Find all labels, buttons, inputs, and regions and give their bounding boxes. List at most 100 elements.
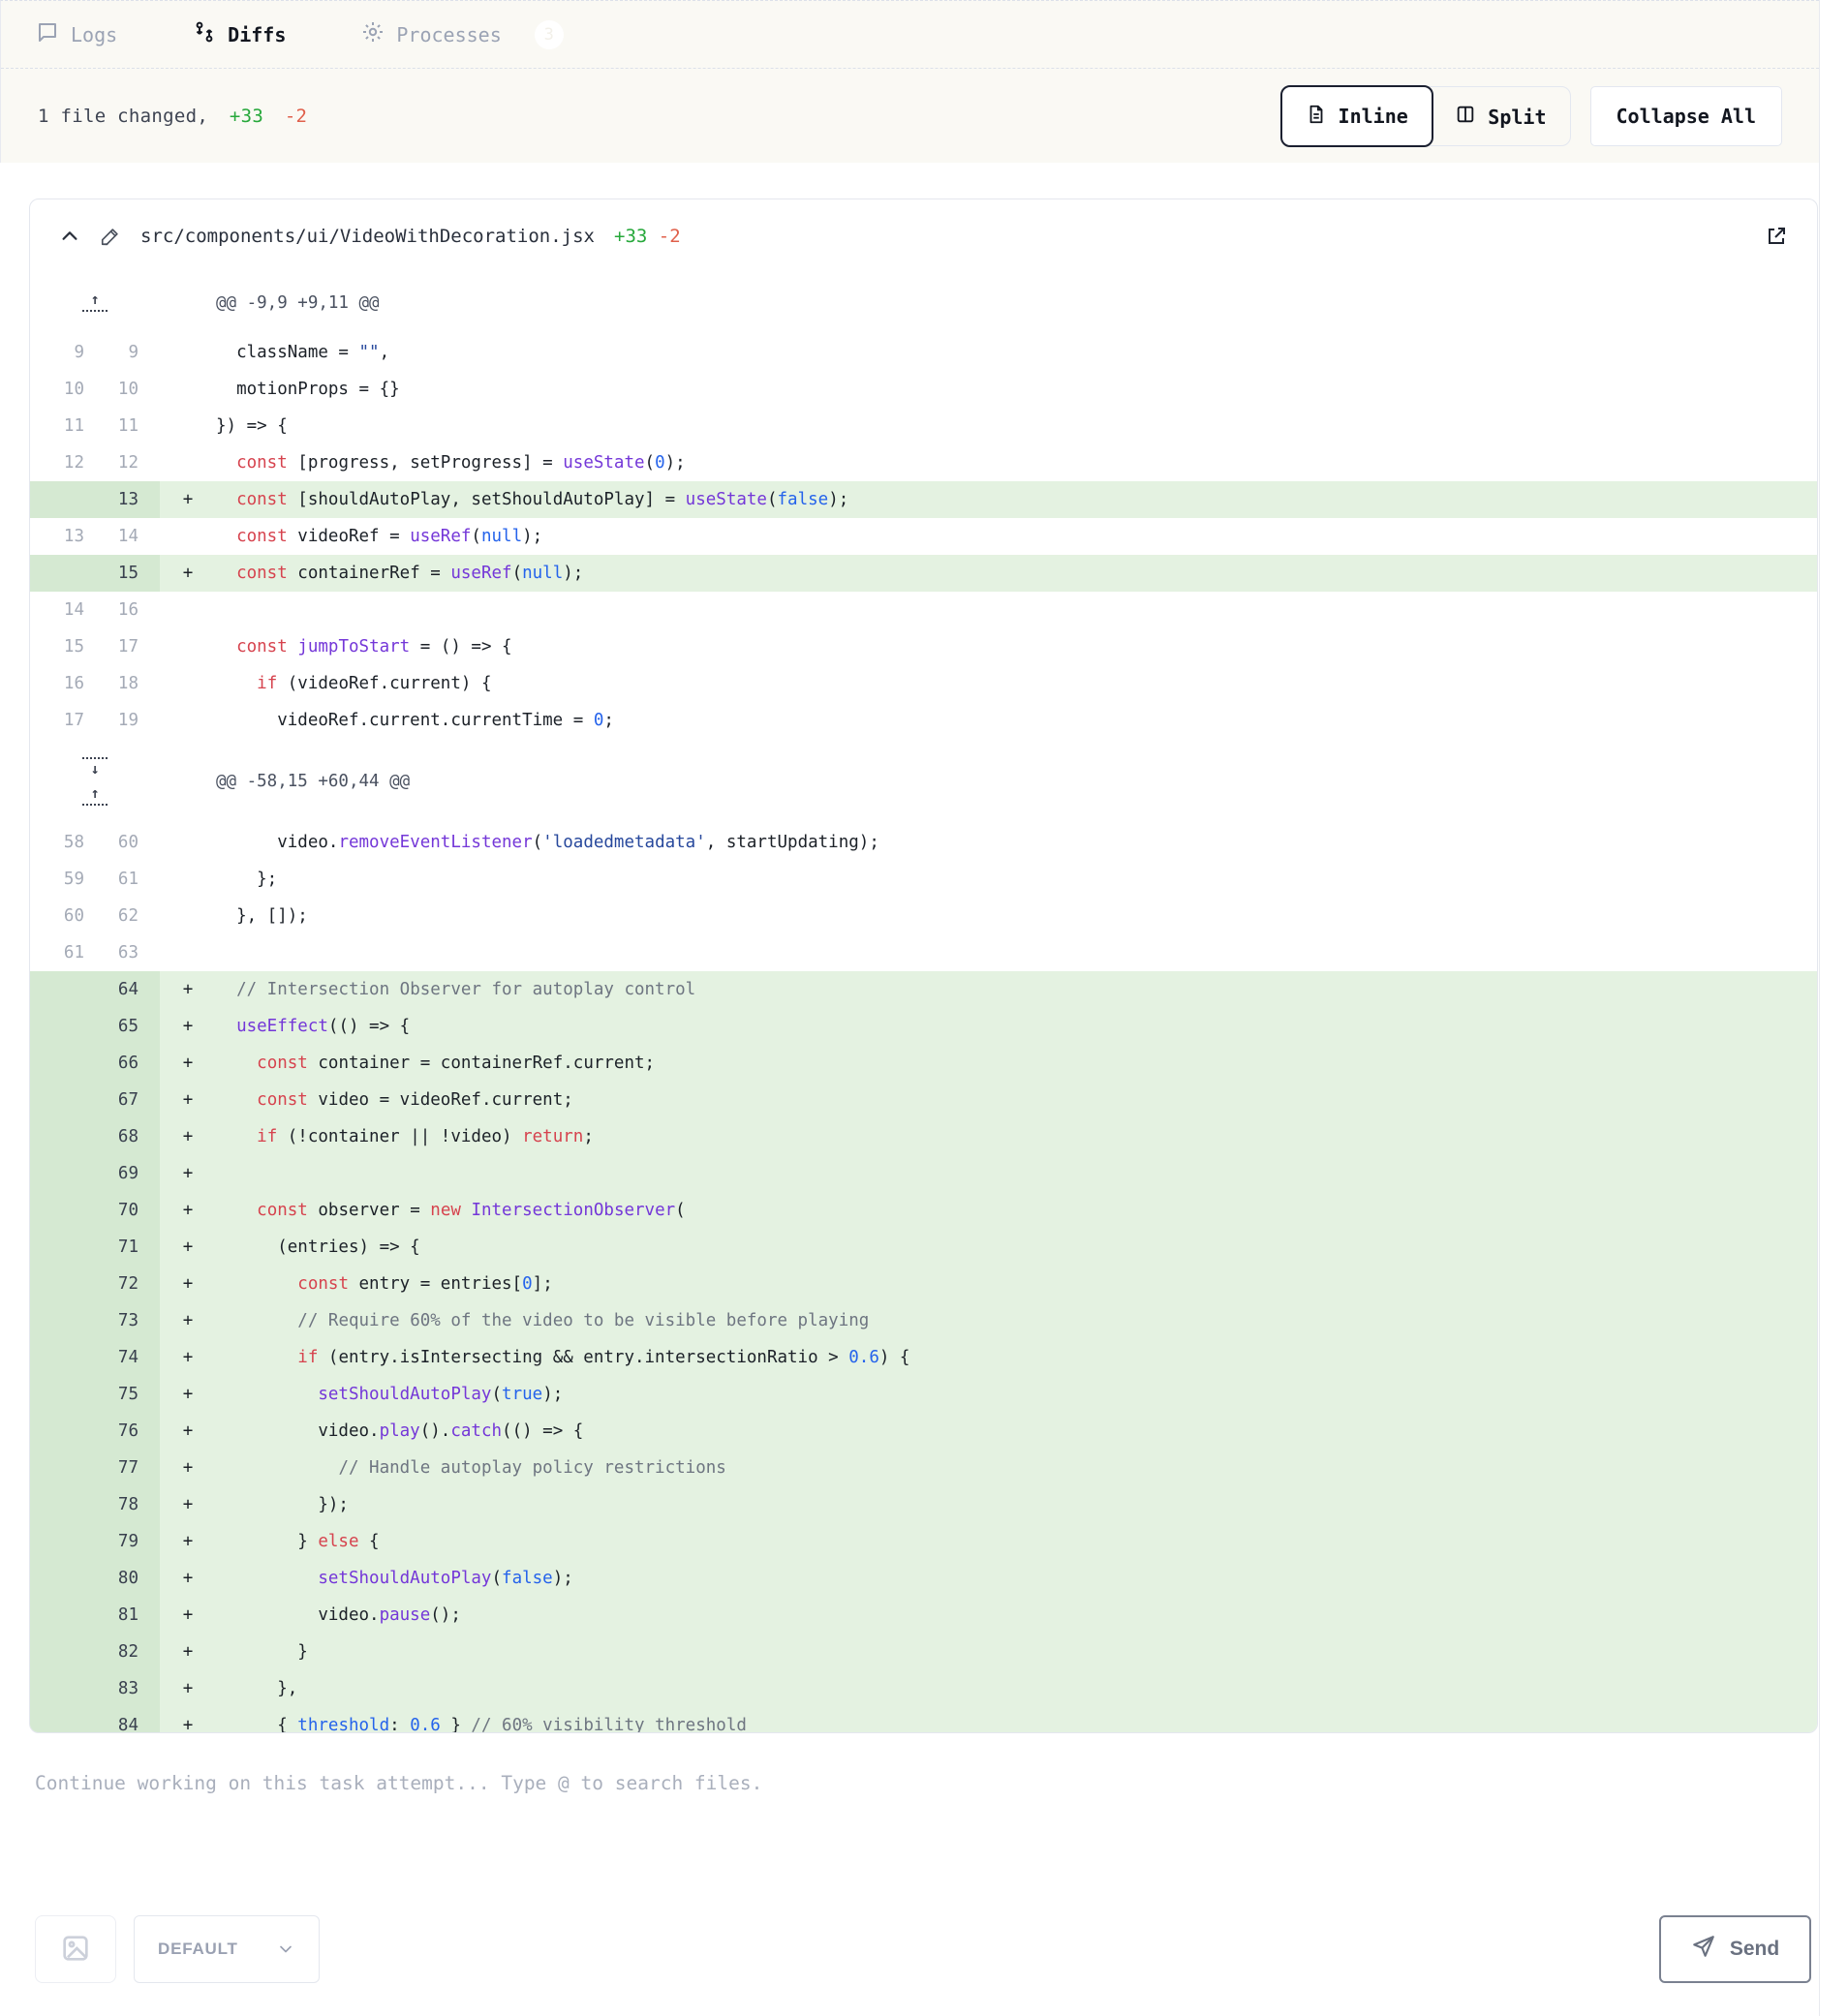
new-line-number: 83 — [117, 1679, 139, 1698]
diff-marker: + — [182, 1458, 194, 1478]
line-number-gutter: 69 — [30, 1155, 160, 1192]
collapse-all-button[interactable]: Collapse All — [1589, 85, 1782, 146]
vertical-scrollbar[interactable] — [1819, 0, 1848, 2016]
new-line-number: 69 — [117, 1164, 139, 1183]
expand-down-icon[interactable]: ↓ — [82, 754, 108, 777]
code-line: const [progress, setProgress] = useState… — [236, 453, 686, 473]
line-number-gutter: 11 11 — [30, 408, 160, 444]
code-line: className = "", — [216, 343, 390, 362]
new-line-number: 80 — [117, 1569, 139, 1588]
attach-image-button[interactable] — [35, 1915, 116, 1983]
code-line: const videoRef = useRef(null); — [236, 527, 543, 546]
code-line: const jumpToStart = () => { — [236, 637, 512, 657]
code-line: setShouldAutoPlay(false); — [318, 1569, 573, 1588]
old-line-number — [30, 1670, 84, 1707]
inline-view-label: Inline — [1338, 105, 1408, 128]
message-input[interactable] — [35, 1772, 1720, 1898]
diff-marker — [160, 334, 216, 371]
old-line-number — [30, 1707, 84, 1732]
view-mode-toggle: Inline Split — [1279, 85, 1571, 147]
old-line-number: 58 — [63, 833, 84, 852]
open-external-icon[interactable] — [1765, 225, 1788, 248]
diff-row-added: 83 + }, — [30, 1670, 1817, 1707]
line-number-gutter: 15 17 — [30, 628, 160, 665]
new-line-number: 78 — [117, 1495, 139, 1514]
expand-up-icon[interactable]: ↑ — [82, 786, 108, 809]
split-view-button[interactable]: Split — [1432, 87, 1569, 147]
new-line-number: 66 — [117, 1054, 139, 1073]
new-line-number: 61 — [117, 870, 139, 889]
send-button[interactable]: Send — [1659, 1915, 1811, 1983]
diff-row-added: 64 + // Intersection Observer for autopla… — [30, 971, 1817, 1008]
line-number-gutter: 10 10 — [30, 371, 160, 408]
new-line-number: 82 — [117, 1642, 139, 1662]
diff-marker — [160, 371, 216, 408]
file-additions: +33 — [614, 225, 648, 247]
old-line-number — [30, 1339, 84, 1376]
diff-row-context: 99 className = "", — [30, 334, 1817, 371]
line-number-gutter: 82 — [30, 1634, 160, 1670]
expand-up-icon[interactable]: ↑ — [82, 291, 108, 315]
top-section: Logs Diffs Processes 3 1 file changed, +… — [0, 0, 1819, 163]
diff-row-added: 15 + const containerRef = useRef(null); — [30, 555, 1817, 592]
old-line-number — [30, 1008, 84, 1045]
line-number-gutter: 58 60 — [30, 824, 160, 861]
old-line-number: 13 — [63, 527, 84, 546]
code-line: { threshold: 0.6 } // 60% visibility thr… — [216, 1716, 747, 1733]
old-line-number — [30, 481, 84, 518]
code-line: const entry = entries[0]; — [297, 1274, 553, 1294]
view-controls: Inline Split Collapse All — [1279, 85, 1782, 147]
diff-marker: + — [182, 1237, 194, 1257]
diff-row-context: 10 10 motionProps = {} — [30, 371, 1817, 408]
code-line: setShouldAutoPlay(true); — [318, 1385, 564, 1404]
diff-row-context: 61 63 — [30, 934, 1817, 971]
paper-plane-icon — [1691, 1934, 1716, 1965]
line-number-gutter: 13 — [30, 481, 160, 518]
line-number-gutter: 61 63 — [30, 934, 160, 971]
diff-row-context: 12 12 const [progress, setProgress] = use… — [30, 444, 1817, 481]
code-line: video.removeEventListener('loadedmetadat… — [216, 833, 879, 852]
diff-marker — [160, 444, 216, 481]
diff-row-added: 82 + } — [30, 1634, 1817, 1670]
file-deletions: -2 — [658, 225, 681, 247]
diff-rows: ↑ @@ -9,9 +9,11 @@ 9 9 className = "", 10 10 … — [30, 272, 1817, 1733]
old-line-number: 16 — [63, 674, 84, 693]
diff-row-added: 78 + }); — [30, 1486, 1817, 1523]
new-line-number: 60 — [117, 833, 139, 852]
diff-marker: + — [182, 564, 194, 583]
profile-selector[interactable]: DEFAULT — [134, 1915, 320, 1983]
code-line: video.pause(); — [216, 1605, 461, 1625]
line-number-gutter: 59 61 — [30, 861, 160, 898]
diff-marker: + — [182, 1127, 194, 1146]
diff-marker: + — [182, 1385, 194, 1404]
split-pane-icon — [1455, 104, 1476, 130]
tab-processes[interactable]: Processes 3 — [361, 19, 564, 49]
inline-view-button[interactable]: Inline — [1279, 85, 1433, 147]
code-line: const observer = new IntersectionObserve… — [257, 1201, 686, 1220]
old-line-number: 60 — [63, 906, 84, 926]
new-line-number: 15 — [117, 564, 139, 583]
line-number-gutter: 79 — [30, 1523, 160, 1560]
new-line-number: 71 — [117, 1237, 139, 1257]
summary-deletions: -2 — [284, 105, 308, 127]
diff-file-header: src/components/ui/VideoWithDecoration.js… — [30, 199, 1817, 272]
diff-row-added: 68 + if (!container || !video) return; — [30, 1118, 1817, 1155]
tab-diffs[interactable]: Diffs — [193, 20, 286, 48]
diff-row-context: 16 18 if (videoRef.current) { — [30, 665, 1817, 702]
code-line: if (videoRef.current) { — [257, 674, 492, 693]
code-line: } else { — [216, 1532, 380, 1551]
old-line-number — [30, 1413, 84, 1450]
tab-logs[interactable]: Logs — [36, 20, 117, 48]
collapse-file-chevron[interactable] — [59, 226, 80, 247]
line-number-gutter: 99 — [30, 334, 160, 371]
new-line-number: 84 — [117, 1716, 139, 1733]
diff-row-added: 76 + video.play().catch(() => { — [30, 1413, 1817, 1450]
new-line-number: 77 — [117, 1458, 139, 1478]
hunk-range-label: @@ -58,15 +60,44 @@ — [216, 772, 411, 791]
code-line: videoRef.current.currentTime = 0; — [216, 711, 614, 730]
line-number-gutter: 68 — [30, 1118, 160, 1155]
diff-marker — [160, 702, 216, 739]
new-line-number: 11 — [117, 416, 139, 436]
code-line: }, — [216, 1679, 298, 1698]
